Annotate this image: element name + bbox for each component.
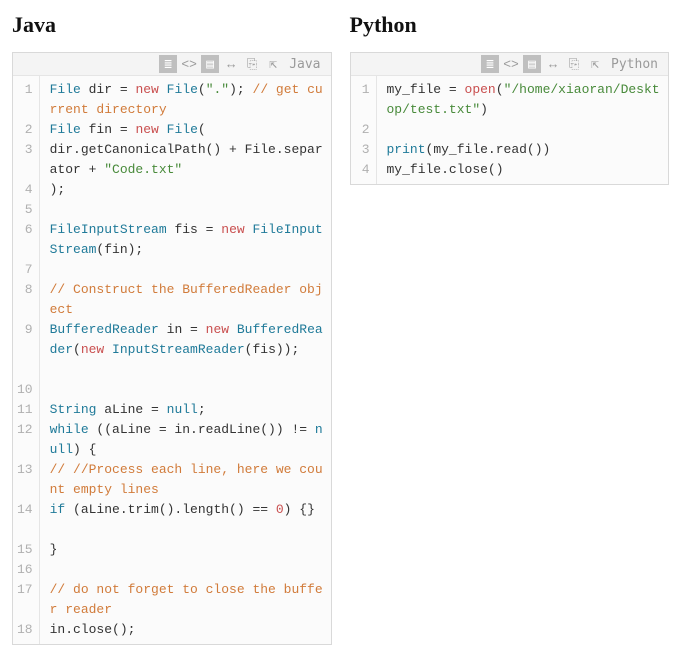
line-number: 8 xyxy=(17,280,33,320)
code-line: File dir = new File("."); // get current… xyxy=(50,80,325,120)
code-line: File fin = new File( xyxy=(50,120,325,140)
code-line xyxy=(50,560,325,580)
code-line: ); xyxy=(50,180,325,200)
line-number: 17 xyxy=(17,580,33,620)
java-column: Java ≣ <> ▤ ↔ ⎘ ⇱ Java 12345678910111213… xyxy=(12,12,332,645)
line-number: 2 xyxy=(355,120,370,140)
line-number: 5 xyxy=(17,200,33,220)
code-line: // do not forget to close the buffer rea… xyxy=(50,580,325,620)
code-line: if (aLine.trim().length() == 0) {} xyxy=(50,500,325,540)
code-line: String aLine = null; xyxy=(50,400,325,420)
line-number: 1 xyxy=(355,80,370,120)
line-number: 9 xyxy=(17,320,33,380)
python-column: Python ≣ <> ▤ ↔ ⎘ ⇱ Python 1234 my_file … xyxy=(350,12,670,185)
python-heading: Python xyxy=(350,12,670,38)
line-number: 13 xyxy=(17,460,33,500)
para-icon[interactable]: ▤ xyxy=(201,55,219,73)
open-icon[interactable]: ⇱ xyxy=(264,55,282,73)
copy-icon[interactable]: ⎘ xyxy=(243,55,261,73)
java-heading: Java xyxy=(12,12,332,38)
java-gutter: 123456789101112131415161718 xyxy=(13,76,40,644)
java-code[interactable]: File dir = new File("."); // get current… xyxy=(40,76,331,644)
width-icon[interactable]: ↔ xyxy=(222,55,240,73)
python-codebox: ≣ <> ▤ ↔ ⎘ ⇱ Python 1234 my_file = open(… xyxy=(350,52,670,185)
line-number: 7 xyxy=(17,260,33,280)
python-code-body: 1234 my_file = open("/home/xiaoran/Deskt… xyxy=(351,76,669,184)
line-number: 11 xyxy=(17,400,33,420)
java-lang-label: Java xyxy=(285,57,326,72)
code-line: } xyxy=(50,540,325,560)
lines-icon[interactable]: ≣ xyxy=(159,55,177,73)
open-icon[interactable]: ⇱ xyxy=(586,55,604,73)
code-line xyxy=(50,200,325,220)
line-number: 15 xyxy=(17,540,33,560)
code-line: // Construct the BufferedReader object xyxy=(50,280,325,320)
python-toolbar: ≣ <> ▤ ↔ ⎘ ⇱ Python xyxy=(351,53,669,76)
code-line xyxy=(50,260,325,280)
python-gutter: 1234 xyxy=(351,76,377,184)
code-line xyxy=(387,120,663,140)
lines-icon[interactable]: ≣ xyxy=(481,55,499,73)
para-icon[interactable]: ▤ xyxy=(523,55,541,73)
copy-icon[interactable]: ⎘ xyxy=(565,55,583,73)
line-number: 6 xyxy=(17,220,33,260)
code-line: while ((aLine = in.readLine()) != null) … xyxy=(50,420,325,460)
code-line: dir.getCanonicalPath() + File.separator … xyxy=(50,140,325,180)
java-toolbar: ≣ <> ▤ ↔ ⎘ ⇱ Java xyxy=(13,53,331,76)
code-line: FileInputStream fis = new FileInputStrea… xyxy=(50,220,325,260)
line-number: 14 xyxy=(17,500,33,540)
line-number: 2 xyxy=(17,120,33,140)
java-codebox: ≣ <> ▤ ↔ ⎘ ⇱ Java 1234567891011121314151… xyxy=(12,52,332,645)
code-icon[interactable]: <> xyxy=(502,55,520,73)
code-line: in.close(); xyxy=(50,620,325,640)
code-line: print(my_file.read()) xyxy=(387,140,663,160)
code-line: // //Process each line, here we count em… xyxy=(50,460,325,500)
code-line: my_file = open("/home/xiaoran/Desktop/te… xyxy=(387,80,663,120)
line-number: 12 xyxy=(17,420,33,460)
line-number: 3 xyxy=(17,140,33,180)
line-number: 4 xyxy=(355,160,370,180)
line-number: 18 xyxy=(17,620,33,640)
line-number: 4 xyxy=(17,180,33,200)
columns: Java ≣ <> ▤ ↔ ⎘ ⇱ Java 12345678910111213… xyxy=(12,12,669,645)
line-number: 1 xyxy=(17,80,33,120)
python-code[interactable]: my_file = open("/home/xiaoran/Desktop/te… xyxy=(377,76,669,184)
line-number: 10 xyxy=(17,380,33,400)
line-number: 16 xyxy=(17,560,33,580)
java-code-body: 123456789101112131415161718 File dir = n… xyxy=(13,76,331,644)
code-line xyxy=(50,380,325,400)
code-line: my_file.close() xyxy=(387,160,663,180)
code-line: BufferedReader in = new BufferedReader(n… xyxy=(50,320,325,380)
width-icon[interactable]: ↔ xyxy=(544,55,562,73)
code-icon[interactable]: <> xyxy=(180,55,198,73)
python-lang-label: Python xyxy=(607,57,664,72)
line-number: 3 xyxy=(355,140,370,160)
